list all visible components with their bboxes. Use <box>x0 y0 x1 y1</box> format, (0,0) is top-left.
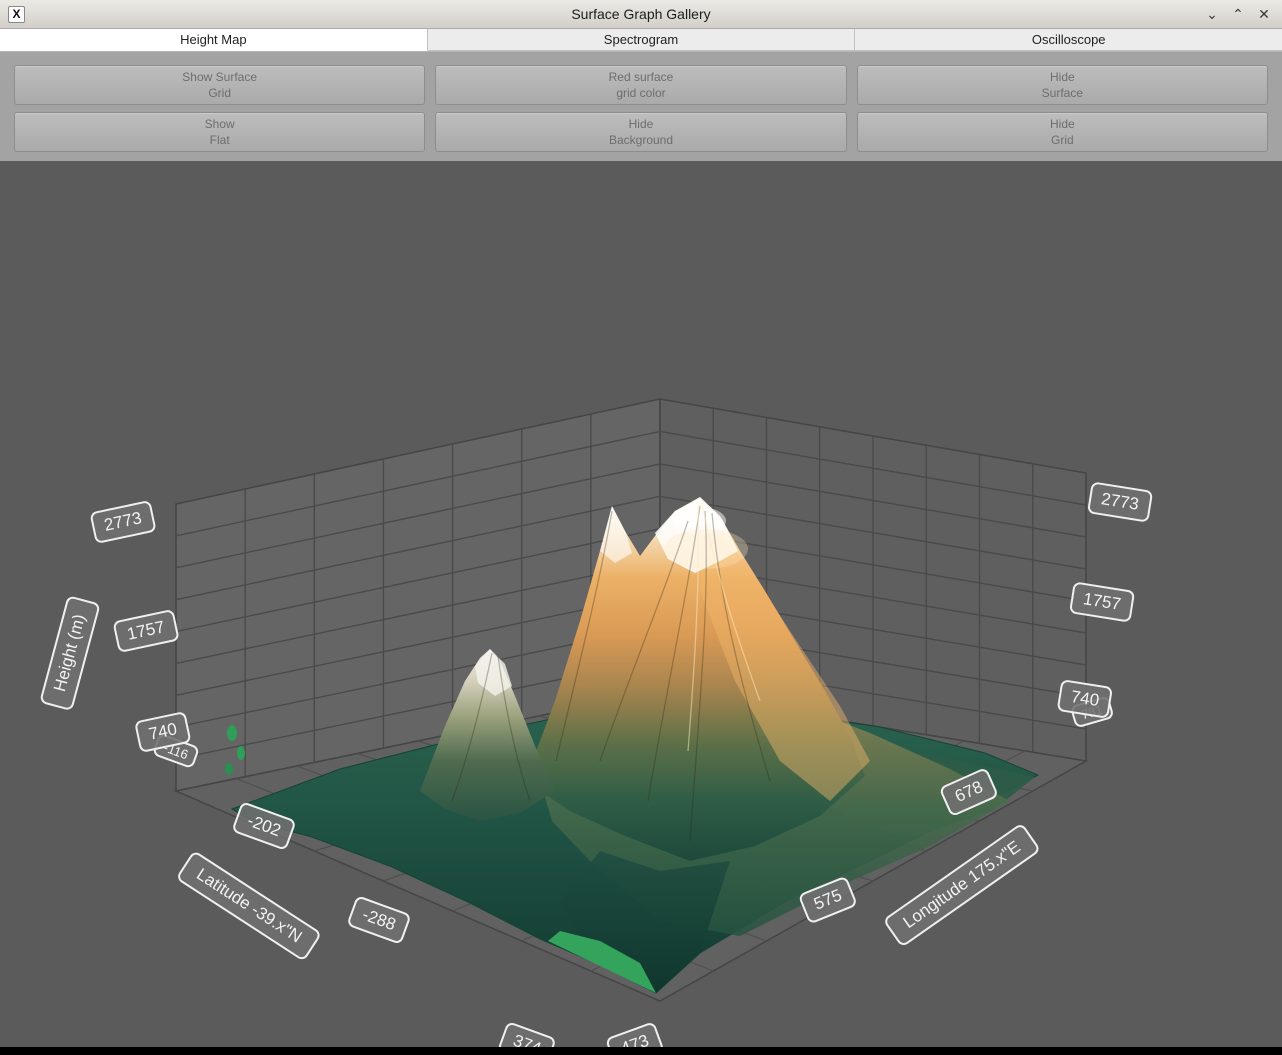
surface-3d-view[interactable]: Height (m) 2773 1757 740 -116 -202 -288 … <box>0 161 1282 1047</box>
tab-height-map[interactable]: Height Map <box>0 29 428 51</box>
tab-bar: Height Map Spectrogram Oscilloscope <box>0 29 1282 52</box>
tab-spectrogram[interactable]: Spectrogram <box>428 29 856 51</box>
window-title: Surface Graph Gallery <box>0 6 1282 22</box>
button-label: Red surface <box>609 69 674 85</box>
button-label: Surface <box>1042 85 1083 101</box>
button-label: Grid <box>1051 132 1074 148</box>
show-surface-grid-button[interactable]: Show Surface Grid <box>14 65 425 105</box>
button-label: Hide <box>1050 116 1075 132</box>
close-button[interactable]: ✕ <box>1252 2 1276 26</box>
window-controls: ⌄ ⌃ ✕ <box>1200 2 1276 26</box>
window-titlebar: X Surface Graph Gallery ⌄ ⌃ ✕ <box>0 0 1282 29</box>
maximize-button[interactable]: ⌃ <box>1226 2 1250 26</box>
tab-oscilloscope[interactable]: Oscilloscope <box>855 29 1282 51</box>
button-label: grid color <box>616 85 665 101</box>
button-label: Show <box>205 116 235 132</box>
minimize-button[interactable]: ⌄ <box>1200 2 1224 26</box>
show-flat-button[interactable]: Show Flat <box>14 112 425 152</box>
button-label: Background <box>609 132 673 148</box>
bottom-border-strip <box>0 1047 1282 1055</box>
app-icon: X <box>8 6 25 23</box>
button-label: Hide <box>629 116 654 132</box>
button-label: Show Surface <box>182 69 257 85</box>
button-label: Grid <box>208 85 231 101</box>
button-label: Flat <box>210 132 230 148</box>
red-surface-grid-color-button[interactable]: Red surface grid color <box>435 65 846 105</box>
toolbar: Show Surface Grid Red surface grid color… <box>0 52 1282 161</box>
hide-surface-button[interactable]: Hide Surface <box>857 65 1268 105</box>
hide-background-button[interactable]: Hide Background <box>435 112 846 152</box>
hide-grid-button[interactable]: Hide Grid <box>857 112 1268 152</box>
button-label: Hide <box>1050 69 1075 85</box>
